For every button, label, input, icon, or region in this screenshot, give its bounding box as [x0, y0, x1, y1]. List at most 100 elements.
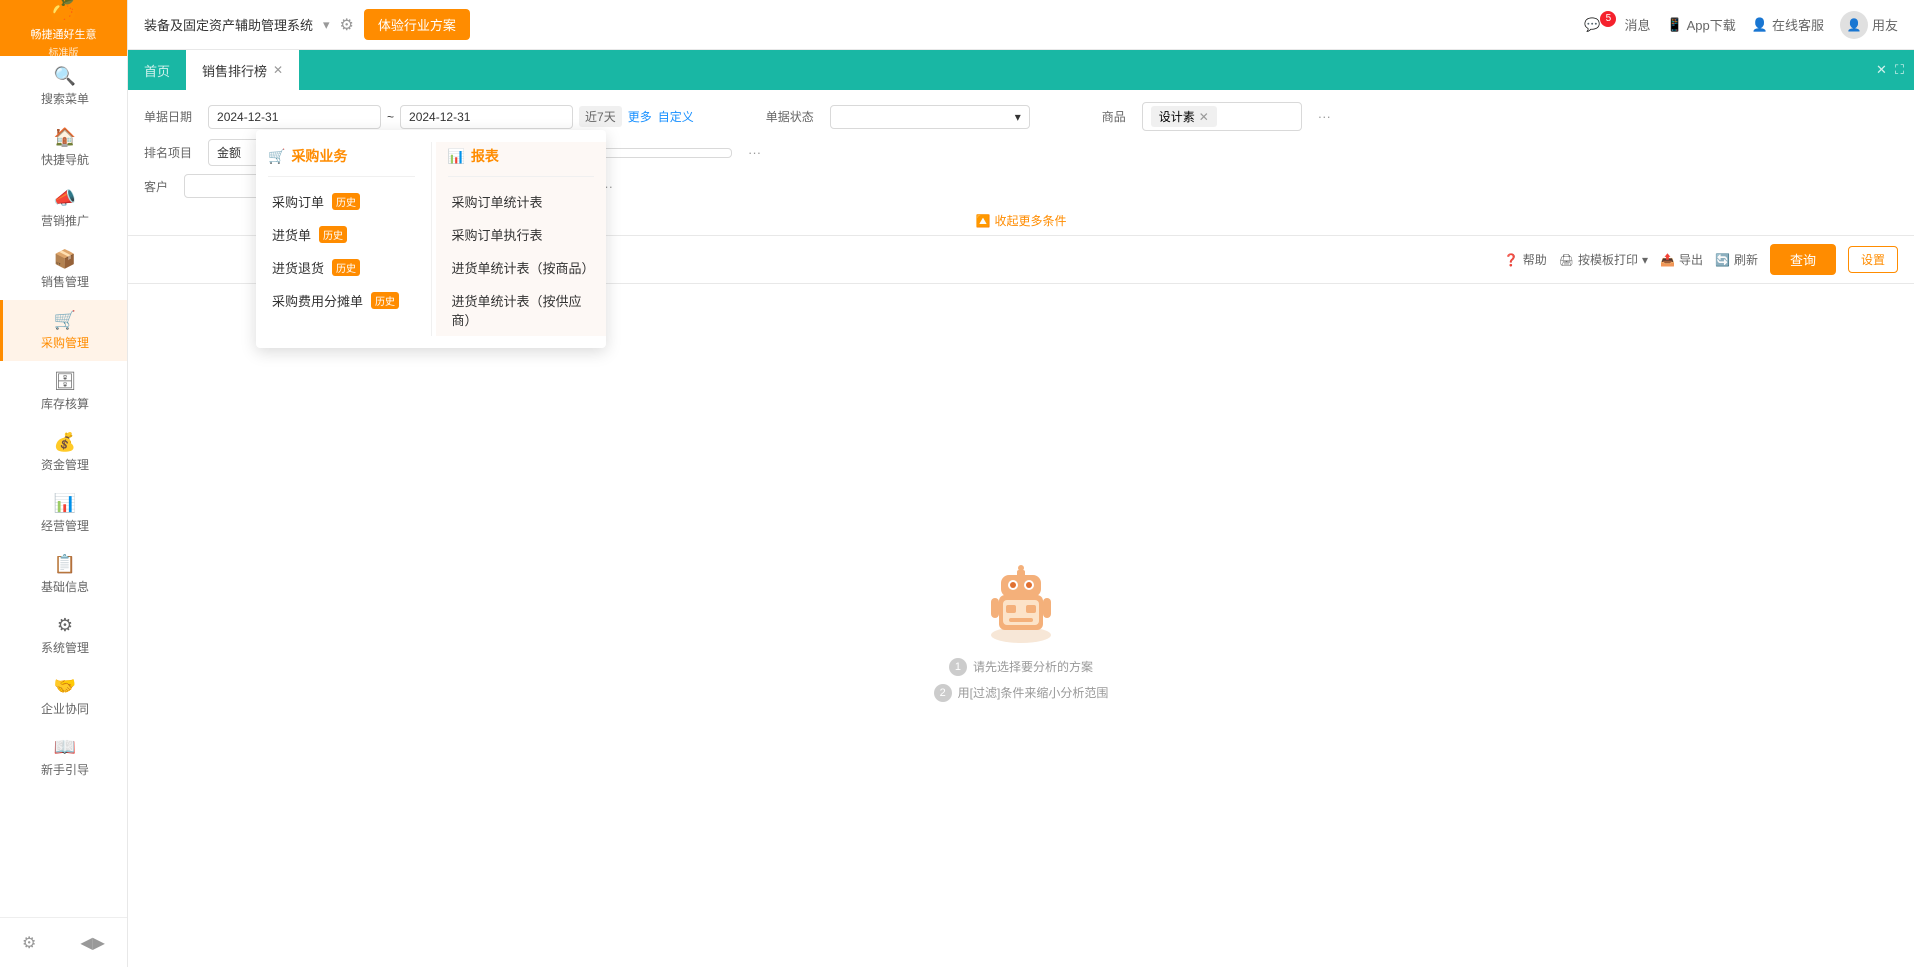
- industry-btn[interactable]: 体验行业方案: [364, 9, 470, 40]
- content-area: 单据日期 ~ 近7天 更多 自定义 单据状态 ▾ 商品: [128, 90, 1914, 967]
- tab-expand-icon[interactable]: ⛶: [1895, 62, 1904, 78]
- inbound-history-tag: 历史: [319, 226, 347, 243]
- report-header: 📊 报表: [448, 142, 595, 177]
- date-to-input[interactable]: [400, 105, 573, 129]
- notification-item[interactable]: 💬 5 消息: [1584, 15, 1650, 34]
- enterprise-icon: 🤝: [54, 676, 76, 697]
- sidebar-footer: ⚙ ◀▶: [0, 917, 127, 967]
- dropdown-item-purchase-order[interactable]: 采购订单 历史: [268, 185, 415, 218]
- topbar-title: 装备及固定资产辅助管理系统: [144, 15, 313, 34]
- empty-step-2: 2 用[过滤]条件来缩小分析范围: [934, 684, 1109, 702]
- online-service-item[interactable]: 👤 在线客服: [1752, 15, 1824, 34]
- product-ellipsis[interactable]: ···: [1318, 109, 1331, 124]
- step1-text: 请先选择要分析的方案: [973, 658, 1093, 675]
- date-label: 单据日期: [144, 108, 192, 125]
- search-icon: 🔍: [54, 66, 76, 87]
- dropdown-divider: [431, 142, 432, 336]
- purchase-icon: 🛒: [54, 310, 76, 331]
- purchase-header: 🛒 采购业务: [268, 142, 415, 177]
- app-download-item[interactable]: 📱 App下载: [1666, 15, 1735, 34]
- sidebar-settings-btn[interactable]: ⚙: [22, 933, 36, 953]
- topbar: 装备及固定资产辅助管理系统 ▾ ⚙ 体验行业方案 💬 5 消息 📱 App下载 …: [128, 0, 1914, 50]
- print-btn[interactable]: 🖨 按模板打印 ▾: [1559, 251, 1648, 268]
- customer-label: 客户: [144, 178, 168, 195]
- sidebar-item-marketing[interactable]: 📣 营销推广: [0, 178, 127, 239]
- report-header-label: 报表: [471, 146, 499, 166]
- date-from-input[interactable]: [208, 105, 381, 129]
- sidebar-item-operation[interactable]: 📊 经营管理: [0, 483, 127, 544]
- sidebar-item-purchase[interactable]: 🛒 采购管理: [0, 300, 127, 361]
- sidebar-collapse-btn[interactable]: ◀▶: [80, 933, 105, 953]
- dropdown-item-inbound[interactable]: 进货单 历史: [268, 218, 415, 251]
- sidebar-item-search[interactable]: 🔍 搜索菜单: [0, 56, 127, 117]
- app-download-label: App下载: [1687, 15, 1736, 34]
- help-btn[interactable]: ❓ 帮助: [1504, 251, 1547, 268]
- tab-minimize-icon[interactable]: ✕: [1876, 62, 1887, 78]
- sidebar-item-finance[interactable]: 💰 资金管理: [0, 422, 127, 483]
- purchase-order-history-tag: 历史: [332, 193, 360, 210]
- sidebar-item-system[interactable]: ⚙ 系统管理: [0, 605, 127, 666]
- empty-state: 1 请先选择要分析的方案 2 用[过滤]条件来缩小分析范围: [128, 284, 1914, 967]
- sidebar-item-nav[interactable]: 🏠 快捷导航: [0, 117, 127, 178]
- date-tag-7days[interactable]: 近7天: [579, 106, 622, 127]
- topbar-right: 💬 5 消息 📱 App下载 👤 在线客服 👤 用友: [1584, 11, 1898, 39]
- step1-num: 1: [949, 658, 967, 676]
- export-btn[interactable]: 📤 导出: [1660, 251, 1703, 268]
- dropdown-item-purchase-exec[interactable]: 采购订单执行表: [448, 218, 595, 251]
- topbar-settings-icon[interactable]: ⚙: [340, 15, 354, 35]
- notification-label: 消息: [1624, 15, 1650, 34]
- sidebar-nav: 🔍 搜索菜单 🏠 快捷导航 📣 营销推广 📦 销售管理 🛒 采购管理 🗄 库存核…: [0, 56, 127, 917]
- date-custom-link[interactable]: 自定义: [658, 108, 694, 125]
- sidebar-item-enterprise[interactable]: 🤝 企业协同: [0, 666, 127, 727]
- inbound-stats-supplier-label: 进货单统计表（按供应商）: [452, 291, 591, 329]
- avatar-icon: 👤: [1840, 11, 1868, 39]
- sidebar-item-baseinfo[interactable]: 📋 基础信息: [0, 544, 127, 605]
- tab-home[interactable]: 首页: [128, 50, 186, 90]
- sidebar-item-inventory[interactable]: 🗄 库存核算: [0, 361, 127, 422]
- export-icon: 📤: [1660, 253, 1675, 267]
- dropdown-arrow-icon[interactable]: ▾: [323, 17, 330, 33]
- purchase-header-icon: 🛒: [268, 148, 285, 165]
- notification-icon: 💬: [1584, 17, 1600, 33]
- salesperson-ellipsis[interactable]: ···: [748, 145, 761, 160]
- dropdown-item-purchase-stats[interactable]: 采购订单统计表: [448, 185, 595, 218]
- sidebar-logo: 🍊 畅捷通好生意 标准版: [0, 0, 127, 56]
- product-filter[interactable]: 设计素 ✕: [1142, 102, 1302, 131]
- sidebar: 🍊 畅捷通好生意 标准版 🔍 搜索菜单 🏠 快捷导航 📣 营销推广 📦 销售管理…: [0, 0, 128, 967]
- export-label: 导出: [1679, 251, 1703, 268]
- refresh-btn[interactable]: 🔄 刷新: [1715, 251, 1758, 268]
- refresh-label: 刷新: [1734, 251, 1758, 268]
- sidebar-item-sales[interactable]: 📦 销售管理: [0, 239, 127, 300]
- dropdown-item-inbound-stats-supplier[interactable]: 进货单统计表（按供应商）: [448, 284, 595, 336]
- baseinfo-icon: 📋: [54, 554, 76, 575]
- query-btn[interactable]: 查询: [1770, 244, 1836, 275]
- date-more-link[interactable]: 更多: [628, 108, 652, 125]
- dropdown-item-inbound-stats-product[interactable]: 进货单统计表（按商品）: [448, 251, 595, 284]
- logo-sub: 标准版: [49, 44, 79, 59]
- return-label: 进货退货: [272, 258, 324, 277]
- logo-text: 畅捷通好生意: [31, 26, 97, 42]
- print-dropdown-icon: ▾: [1642, 253, 1648, 267]
- dropdown-item-expense[interactable]: 采购费用分摊单 历史: [268, 284, 415, 317]
- rank-value: 金额: [217, 144, 241, 161]
- collapse-up-icon: 🔼: [976, 214, 991, 228]
- settings-btn[interactable]: 设置: [1848, 246, 1898, 273]
- help-icon: ❓: [1504, 253, 1519, 267]
- status-select[interactable]: ▾: [830, 105, 1030, 129]
- home-icon: 🏠: [54, 127, 76, 148]
- sidebar-item-newuser[interactable]: 📖 新手引导: [0, 727, 127, 788]
- dropdown-menu: 🛒 采购业务 采购订单 历史 进货单 历史 进货退货 历史: [256, 130, 606, 348]
- product-label: 商品: [1102, 108, 1126, 125]
- product-chip-close[interactable]: ✕: [1199, 110, 1209, 124]
- tab-home-label: 首页: [144, 61, 170, 80]
- dropdown-item-return[interactable]: 进货退货 历史: [268, 251, 415, 284]
- user-item[interactable]: 👤 用友: [1840, 11, 1898, 39]
- status-dropdown-icon: ▾: [1015, 110, 1021, 124]
- logo-icon: 🍊: [50, 0, 77, 24]
- tab-close-icon[interactable]: ✕: [273, 63, 283, 77]
- empty-robot-svg: [971, 550, 1071, 650]
- return-history-tag: 历史: [332, 259, 360, 276]
- purchase-stats-label: 采购订单统计表: [452, 192, 543, 211]
- operation-icon: 📊: [54, 493, 76, 514]
- tab-sales-ranking[interactable]: 销售排行榜 ✕: [186, 50, 299, 90]
